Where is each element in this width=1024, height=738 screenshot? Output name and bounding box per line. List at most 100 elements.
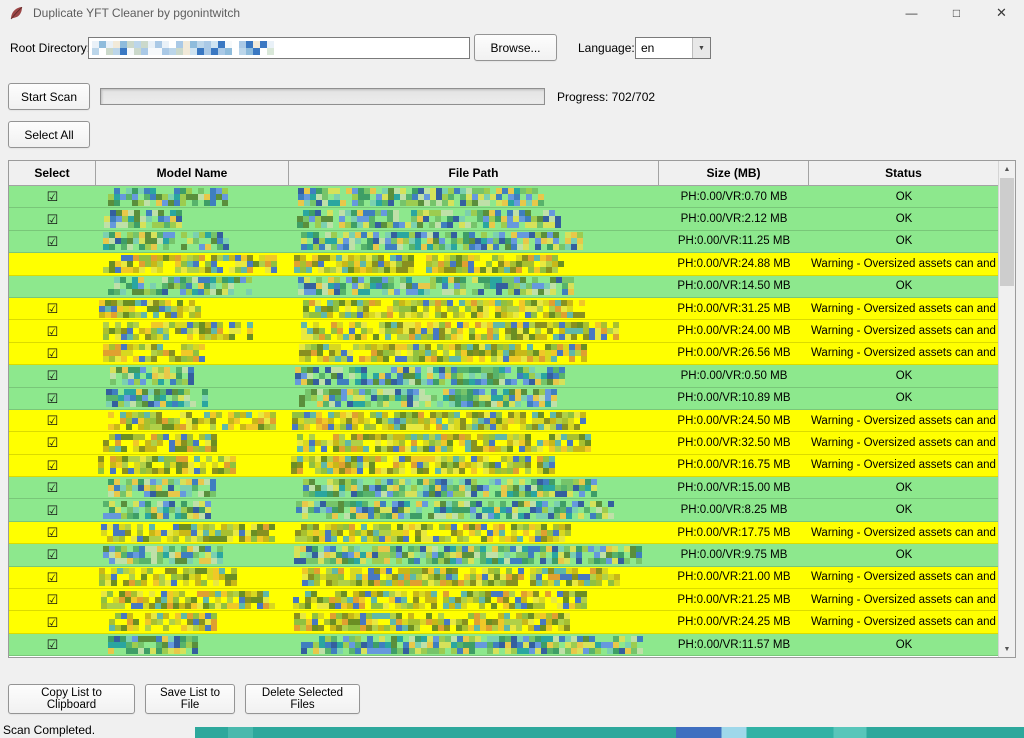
select-cell[interactable]: ☑ xyxy=(9,589,96,610)
table-row[interactable]: ☑PH:0.00/VR:9.75 MBOK xyxy=(9,544,999,566)
model-name-cell xyxy=(96,499,289,520)
row-checkbox[interactable]: ☑ xyxy=(47,302,59,315)
status-cell: OK xyxy=(809,208,999,229)
row-checkbox[interactable]: ☑ xyxy=(47,504,59,517)
model-name-cell xyxy=(96,634,289,655)
row-checkbox[interactable]: ☑ xyxy=(47,526,59,539)
root-directory-input[interactable] xyxy=(88,37,470,59)
row-checkbox[interactable]: ☑ xyxy=(47,638,59,651)
column-header-status[interactable]: Status xyxy=(809,161,999,186)
select-cell[interactable]: ☑ xyxy=(9,365,96,386)
size-cell: PH:0.00/VR:15.00 MB xyxy=(659,477,809,498)
redacted-file-path xyxy=(293,591,591,609)
table-row[interactable]: ☑PH:0.00/VR:11.57 MBOK xyxy=(9,634,999,656)
row-checkbox[interactable]: ☑ xyxy=(47,414,59,427)
table-row[interactable]: ☑PH:0.00/VR:2.12 MBOK xyxy=(9,208,999,230)
row-checkbox[interactable]: ☑ xyxy=(47,548,59,561)
chevron-down-icon[interactable]: ▼ xyxy=(692,38,710,58)
row-checkbox[interactable]: ☑ xyxy=(47,369,59,382)
row-checkbox[interactable]: ☑ xyxy=(47,481,59,494)
table-row[interactable]: ☑PH:0.00/VR:21.25 MBWarning - Oversized … xyxy=(9,589,999,611)
row-checkbox[interactable]: ☑ xyxy=(47,325,59,338)
select-cell[interactable]: ☑ xyxy=(9,231,96,252)
select-cell[interactable]: ☑ xyxy=(9,634,96,655)
select-cell[interactable]: ☑ xyxy=(9,388,96,409)
status-cell: OK xyxy=(809,388,999,409)
table-row[interactable]: ☑PH:0.00/VR:11.25 MBOK xyxy=(9,231,999,253)
select-cell[interactable]: ☑ xyxy=(9,455,96,476)
table-row[interactable]: ☑PH:0.00/VR:15.00 MBOK xyxy=(9,477,999,499)
column-header-select[interactable]: Select xyxy=(9,161,96,186)
table-row[interactable]: ☑PH:0.00/VR:24.25 MBWarning - Oversized … xyxy=(9,611,999,633)
size-cell: PH:0.00/VR:21.00 MB xyxy=(659,567,809,588)
browse-button[interactable]: Browse... xyxy=(474,34,557,61)
row-checkbox[interactable]: ☑ xyxy=(47,436,59,449)
redacted-file-path xyxy=(302,568,622,586)
status-cell: Warning - Oversized assets can and V xyxy=(809,253,999,274)
select-cell[interactable]: ☑ xyxy=(9,477,96,498)
table-row[interactable]: ☑PH:0.00/VR:0.70 MBOK xyxy=(9,186,999,208)
select-cell[interactable]: ☑ xyxy=(9,522,96,543)
row-checkbox[interactable]: ☑ xyxy=(47,347,59,360)
row-checkbox[interactable]: ☑ xyxy=(47,459,59,472)
minimize-button[interactable]: — xyxy=(889,0,934,26)
table-row[interactable]: ☑PH:0.00/VR:24.50 MBWarning - Oversized … xyxy=(9,410,999,432)
file-path-cell xyxy=(289,231,659,252)
copy-list-button[interactable]: Copy List to Clipboard xyxy=(8,684,135,714)
table-row[interactable]: ☑PH:0.00/VR:0.50 MBOK xyxy=(9,365,999,387)
status-cell: OK xyxy=(809,634,999,655)
select-cell[interactable]: ☑ xyxy=(9,499,96,520)
status-cell: Warning - Oversized assets can and V xyxy=(809,343,999,364)
column-header-size[interactable]: Size (MB) xyxy=(659,161,809,186)
column-header-file-path[interactable]: File Path xyxy=(289,161,659,186)
size-cell: PH:0.00/VR:0.50 MB xyxy=(659,365,809,386)
row-checkbox[interactable]: ☑ xyxy=(47,616,59,629)
select-cell[interactable]: ☑ xyxy=(9,544,96,565)
delete-selected-button[interactable]: Delete Selected Files xyxy=(245,684,360,714)
redacted-file-path xyxy=(301,636,646,654)
table-row[interactable]: ☑PH:0.00/VR:21.00 MBWarning - Oversized … xyxy=(9,567,999,589)
model-name-cell xyxy=(96,231,289,252)
redacted-model-name xyxy=(103,434,218,452)
table-row[interactable]: ☑PH:0.00/VR:17.75 MBWarning - Oversized … xyxy=(9,522,999,544)
select-cell[interactable]: ☑ xyxy=(9,567,96,588)
select-cell[interactable]: ☑ xyxy=(9,186,96,207)
row-checkbox[interactable]: ☑ xyxy=(47,213,59,226)
select-cell[interactable]: ☑ xyxy=(9,320,96,341)
maximize-button[interactable]: □ xyxy=(934,0,979,26)
redacted-file-path xyxy=(295,322,620,340)
table-row[interactable]: ☑PH:0.00/VR:16.75 MBWarning - Oversized … xyxy=(9,455,999,477)
table-row[interactable]: ☑PH:0.00/VR:32.50 MBWarning - Oversized … xyxy=(9,432,999,454)
table-row[interactable]: PH:0.00/VR:14.50 MBOK xyxy=(9,276,999,298)
select-cell[interactable] xyxy=(9,253,96,274)
row-checkbox[interactable]: ☑ xyxy=(47,571,59,584)
language-select[interactable]: en ▼ xyxy=(635,37,711,59)
table-row[interactable]: ☑PH:0.00/VR:24.00 MBWarning - Oversized … xyxy=(9,320,999,342)
vertical-scrollbar[interactable]: ▲ ▼ xyxy=(998,161,1015,657)
row-checkbox[interactable]: ☑ xyxy=(47,392,59,405)
scrollbar-thumb[interactable] xyxy=(1000,178,1014,286)
table-row[interactable]: PH:0.00/VR:24.88 MBWarning - Oversized a… xyxy=(9,253,999,275)
close-button[interactable]: ✕ xyxy=(979,0,1024,26)
row-checkbox[interactable]: ☑ xyxy=(47,190,59,203)
select-cell[interactable]: ☑ xyxy=(9,611,96,632)
select-cell[interactable]: ☑ xyxy=(9,208,96,229)
table-row[interactable]: ☑PH:0.00/VR:10.89 MBOK xyxy=(9,388,999,410)
select-all-button[interactable]: Select All xyxy=(8,121,90,148)
select-cell[interactable]: ☑ xyxy=(9,410,96,431)
select-cell[interactable]: ☑ xyxy=(9,343,96,364)
start-scan-button[interactable]: Start Scan xyxy=(8,83,90,110)
column-header-model-name[interactable]: Model Name xyxy=(96,161,289,186)
table-row[interactable]: ☑PH:0.00/VR:8.25 MBOK xyxy=(9,499,999,521)
scroll-down-icon[interactable]: ▼ xyxy=(999,641,1015,657)
save-list-button[interactable]: Save List to File xyxy=(145,684,235,714)
row-checkbox[interactable]: ☑ xyxy=(47,593,59,606)
table-row[interactable]: ☑PH:0.00/VR:31.25 MBWarning - Oversized … xyxy=(9,298,999,320)
select-cell[interactable]: ☑ xyxy=(9,298,96,319)
row-checkbox[interactable]: ☑ xyxy=(47,235,59,248)
select-cell[interactable]: ☑ xyxy=(9,432,96,453)
scroll-up-icon[interactable]: ▲ xyxy=(999,161,1015,177)
select-cell[interactable] xyxy=(9,276,96,297)
table-row[interactable]: ☑PH:0.00/VR:26.56 MBWarning - Oversized … xyxy=(9,343,999,365)
file-path-cell xyxy=(289,611,659,632)
